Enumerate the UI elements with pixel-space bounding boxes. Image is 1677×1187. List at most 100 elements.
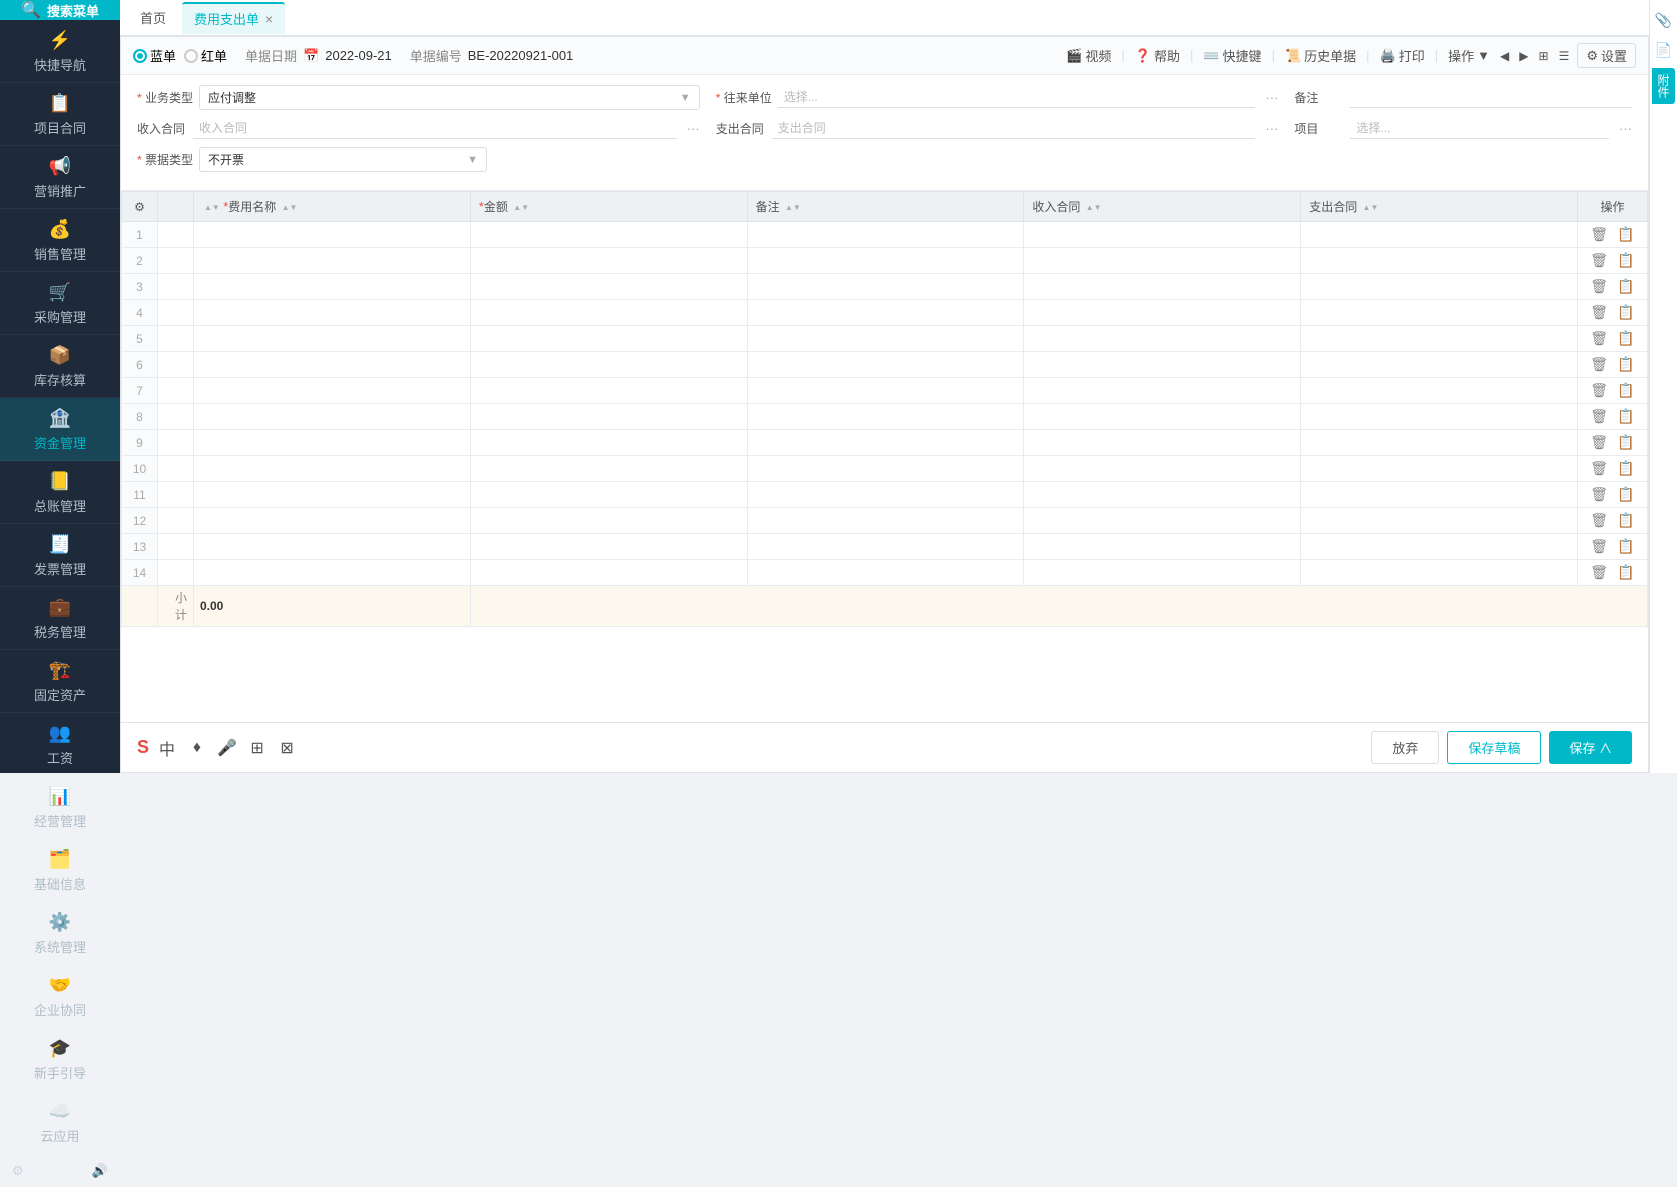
income-contract-dots[interactable]: ··· bbox=[687, 121, 700, 136]
cell-expense-contract-13[interactable] bbox=[1301, 534, 1578, 560]
copy-btn-10[interactable]: 📋 bbox=[1614, 459, 1637, 478]
cell-expense-name-14[interactable] bbox=[194, 560, 471, 586]
cell-income-contract-1[interactable] bbox=[1024, 222, 1301, 248]
sidebar-item-capital[interactable]: 🏦资金管理 bbox=[0, 398, 120, 461]
sidebar-item-ledger[interactable]: 📒总账管理 bbox=[0, 461, 120, 524]
settings-button[interactable]: ⚙ 设置 bbox=[1577, 43, 1636, 68]
cell-expense-contract-6[interactable] bbox=[1301, 352, 1578, 378]
sidebar-item-base-info[interactable]: 🗂️基础信息 bbox=[0, 839, 120, 902]
nav-right-action[interactable]: ▶ bbox=[1519, 49, 1528, 63]
sidebar-item-tax[interactable]: 💼税务管理 bbox=[0, 587, 120, 650]
cell-amount-3[interactable] bbox=[470, 274, 747, 300]
project-dots[interactable]: ··· bbox=[1619, 121, 1632, 136]
cell-expense-contract-5[interactable] bbox=[1301, 326, 1578, 352]
cell-amount-7[interactable] bbox=[470, 378, 747, 404]
cell-amount-11[interactable] bbox=[470, 482, 747, 508]
cell-remark-8[interactable] bbox=[747, 404, 1024, 430]
cell-expense-name-3[interactable] bbox=[194, 274, 471, 300]
cell-expense-contract-3[interactable] bbox=[1301, 274, 1578, 300]
tab-home[interactable]: 首页 bbox=[128, 2, 178, 34]
copy-btn-8[interactable]: 📋 bbox=[1614, 407, 1637, 426]
partner-input[interactable] bbox=[778, 87, 1256, 108]
cell-expense-name-10[interactable] bbox=[194, 456, 471, 482]
col-settings[interactable]: ⚙ bbox=[122, 192, 158, 222]
cell-remark-11[interactable] bbox=[747, 482, 1024, 508]
sidebar-item-fixed-assets[interactable]: 🏗️固定资产 bbox=[0, 650, 120, 713]
red-single-radio[interactable]: 红单 bbox=[184, 46, 227, 65]
tab-expense[interactable]: 费用支出单× bbox=[182, 2, 285, 34]
copy-btn-11[interactable]: 📋 bbox=[1614, 485, 1637, 504]
cell-expense-contract-7[interactable] bbox=[1301, 378, 1578, 404]
delete-btn-13[interactable]: 🗑 bbox=[1587, 537, 1611, 556]
more-ops-action[interactable]: 操作 ▼ bbox=[1448, 46, 1490, 65]
delete-btn-4[interactable]: 🗑 bbox=[1587, 303, 1611, 322]
remark-input[interactable] bbox=[1350, 87, 1632, 108]
sidebar-item-ops[interactable]: 📊经营管理 bbox=[0, 776, 120, 839]
sidebar-item-inventory[interactable]: 📦库存核算 bbox=[0, 335, 120, 398]
cell-income-contract-12[interactable] bbox=[1024, 508, 1301, 534]
cell-remark-2[interactable] bbox=[747, 248, 1024, 274]
expense-contract-input[interactable] bbox=[772, 118, 1256, 139]
sidebar-item-invoice[interactable]: 🧾发票管理 bbox=[0, 524, 120, 587]
cell-remark-1[interactable] bbox=[747, 222, 1024, 248]
sidebar-item-sales[interactable]: 💰销售管理 bbox=[0, 209, 120, 272]
cell-income-contract-14[interactable] bbox=[1024, 560, 1301, 586]
cell-amount-8[interactable] bbox=[470, 404, 747, 430]
cell-expense-name-7[interactable] bbox=[194, 378, 471, 404]
video-action[interactable]: 🎬 视频 bbox=[1066, 46, 1111, 65]
nav-left-action[interactable]: ◀ bbox=[1500, 49, 1509, 63]
delete-btn-5[interactable]: 🗑 bbox=[1587, 329, 1611, 348]
discard-button[interactable]: 放弃 bbox=[1371, 731, 1439, 764]
delete-btn-12[interactable]: 🗑 bbox=[1587, 511, 1611, 530]
cell-expense-contract-1[interactable] bbox=[1301, 222, 1578, 248]
view-grid-action[interactable]: ⊞ bbox=[1539, 49, 1549, 63]
right-panel-icon-1[interactable]: 📎 bbox=[1652, 8, 1676, 32]
cell-expense-contract-14[interactable] bbox=[1301, 560, 1578, 586]
save-draft-button[interactable]: 保存草稿 bbox=[1447, 731, 1541, 764]
cell-income-contract-2[interactable] bbox=[1024, 248, 1301, 274]
view-list-action[interactable]: ☰ bbox=[1559, 49, 1570, 63]
cell-expense-name-8[interactable] bbox=[194, 404, 471, 430]
delete-btn-6[interactable]: 🗑 bbox=[1587, 355, 1611, 374]
cell-amount-2[interactable] bbox=[470, 248, 747, 274]
cell-expense-name-1[interactable] bbox=[194, 222, 471, 248]
table-icon[interactable]: ⊠ bbox=[275, 736, 299, 760]
copy-btn-4[interactable]: 📋 bbox=[1614, 303, 1637, 322]
cell-remark-10[interactable] bbox=[747, 456, 1024, 482]
cell-income-contract-3[interactable] bbox=[1024, 274, 1301, 300]
chinese-icon[interactable]: 中 bbox=[155, 736, 179, 760]
cell-amount-4[interactable] bbox=[470, 300, 747, 326]
sidebar-item-quick-nav[interactable]: ⚡快捷导航 bbox=[0, 20, 120, 83]
audio-icon[interactable]: 🔊 bbox=[92, 1163, 108, 1179]
cell-income-contract-9[interactable] bbox=[1024, 430, 1301, 456]
cell-remark-5[interactable] bbox=[747, 326, 1024, 352]
cell-remark-6[interactable] bbox=[747, 352, 1024, 378]
cell-remark-7[interactable] bbox=[747, 378, 1024, 404]
cell-expense-name-5[interactable] bbox=[194, 326, 471, 352]
cell-expense-name-11[interactable] bbox=[194, 482, 471, 508]
cell-amount-10[interactable] bbox=[470, 456, 747, 482]
cell-remark-4[interactable] bbox=[747, 300, 1024, 326]
save-button[interactable]: 保存 ∧ bbox=[1549, 731, 1632, 764]
income-contract-input[interactable] bbox=[193, 118, 677, 139]
sidebar-item-cloud-apps[interactable]: ☁️云应用 bbox=[0, 1091, 120, 1154]
delete-btn-11[interactable]: 🗑 bbox=[1587, 485, 1611, 504]
cell-remark-13[interactable] bbox=[747, 534, 1024, 560]
cell-expense-contract-8[interactable] bbox=[1301, 404, 1578, 430]
cell-income-contract-7[interactable] bbox=[1024, 378, 1301, 404]
invoice-type-select[interactable]: 不开票 ▼ bbox=[199, 147, 487, 172]
sidebar-item-collab[interactable]: 🤝企业协同 bbox=[0, 965, 120, 1028]
cell-expense-name-12[interactable] bbox=[194, 508, 471, 534]
sidebar-item-marketing[interactable]: 📢营销推广 bbox=[0, 146, 120, 209]
project-input[interactable] bbox=[1350, 118, 1609, 139]
cell-expense-contract-10[interactable] bbox=[1301, 456, 1578, 482]
cell-remark-9[interactable] bbox=[747, 430, 1024, 456]
copy-btn-14[interactable]: 📋 bbox=[1614, 563, 1637, 582]
blue-single-radio[interactable]: 蓝单 bbox=[133, 46, 176, 65]
cell-amount-14[interactable] bbox=[470, 560, 747, 586]
cell-expense-name-2[interactable] bbox=[194, 248, 471, 274]
cell-expense-name-9[interactable] bbox=[194, 430, 471, 456]
copy-btn-5[interactable]: 📋 bbox=[1614, 329, 1637, 348]
grid-icon[interactable]: ⊞ bbox=[245, 736, 269, 760]
right-panel-icon-2[interactable]: 📄 bbox=[1652, 38, 1676, 62]
